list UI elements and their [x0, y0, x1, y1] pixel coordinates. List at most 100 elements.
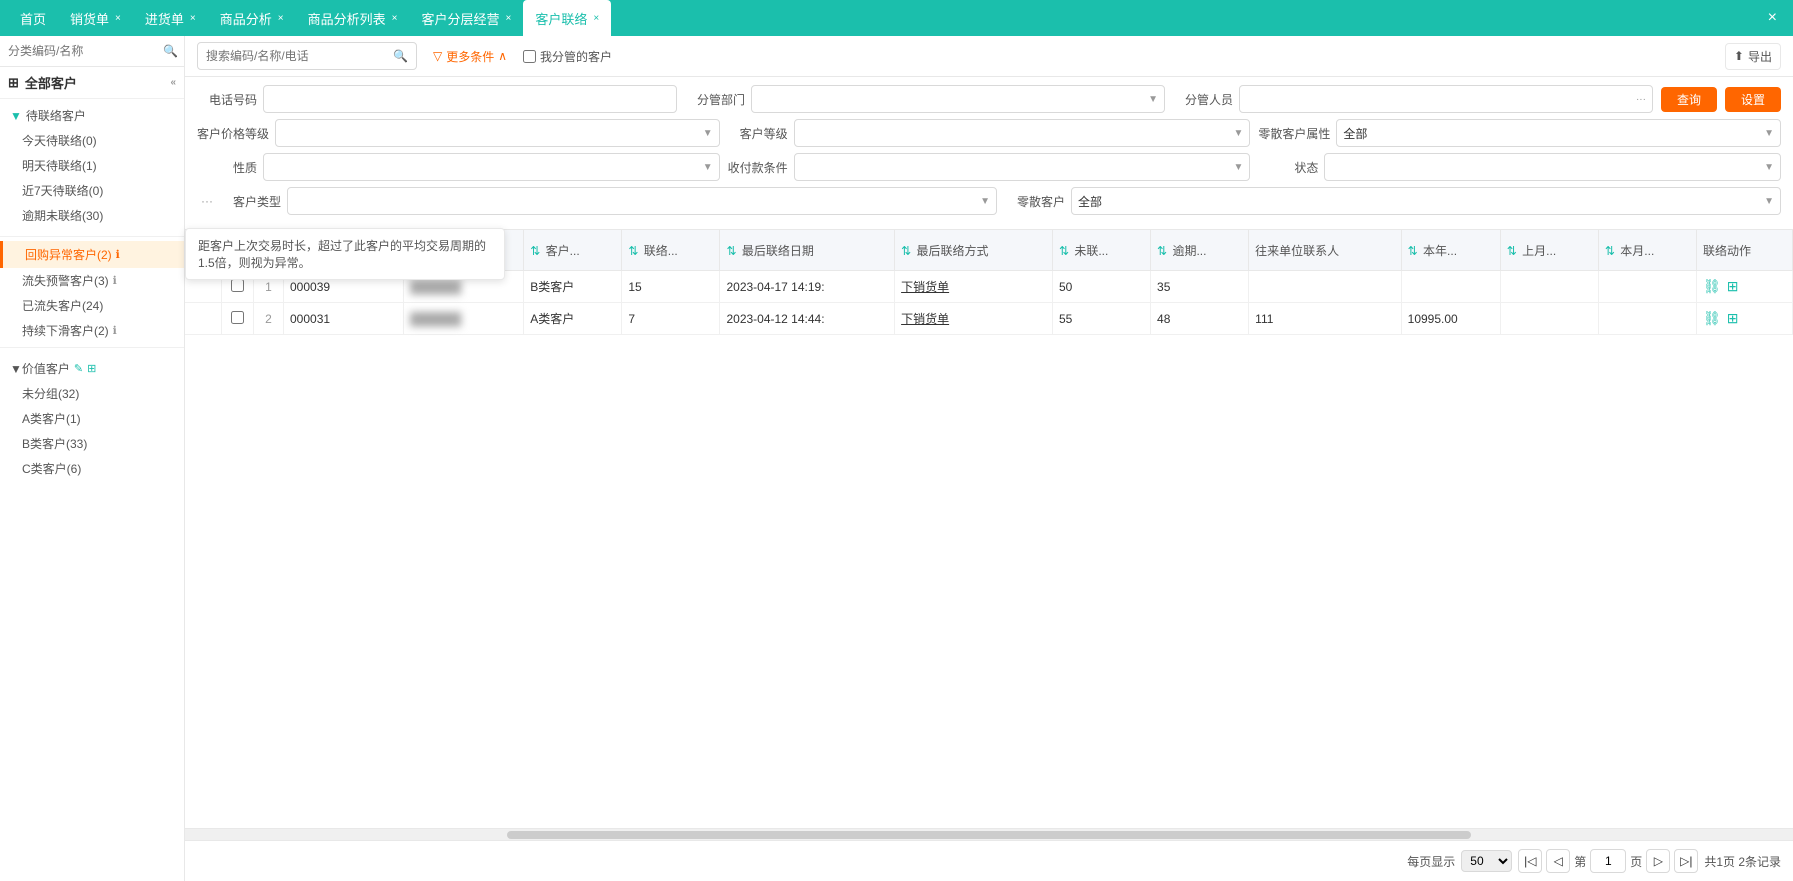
nav-customer-contact[interactable]: 客户联络 ×	[523, 0, 611, 36]
sidebar-all-customers[interactable]: ⊞ 全部客户 «	[0, 67, 184, 99]
sort-thisyear-icon[interactable]: ⇅	[1408, 244, 1418, 258]
next-page-btn[interactable]: ▷	[1646, 849, 1670, 873]
sidebar-today-pending[interactable]: 今天待联络(0)	[0, 128, 184, 153]
filter-icon: ▽	[433, 49, 442, 63]
row2-action-icons: ⛓ ⊞	[1703, 310, 1786, 327]
sort-notcontact-icon[interactable]: ⇅	[1059, 244, 1069, 258]
lost-risk-info-icon[interactable]: ℹ	[113, 274, 117, 287]
th-action: 联络动作	[1696, 230, 1792, 271]
sort-thismonth-icon[interactable]: ⇅	[1605, 244, 1615, 258]
nav-product-analysis-close[interactable]: ×	[278, 13, 284, 24]
first-page-btn[interactable]: |◁	[1518, 849, 1542, 873]
sidebar-repurchase-abnormal[interactable]: 回购异常客户(2) ℹ	[0, 241, 184, 268]
dept-label: 分管部门	[685, 91, 745, 108]
filter-manager: 分管人员 ···	[1173, 85, 1653, 113]
search-icon[interactable]: 🔍	[393, 49, 408, 63]
th-last-month: ⇅ 上月...	[1500, 230, 1598, 271]
customer-grade-select[interactable]: ▼	[794, 119, 1251, 147]
retail-customer-select[interactable]: 全部 ▼	[1071, 187, 1781, 215]
price-grade-select[interactable]: ▼	[275, 119, 720, 147]
nav-customer-contact-close[interactable]: ×	[593, 13, 599, 24]
nav-customer-segmentation[interactable]: 客户分层经营 ×	[409, 0, 523, 36]
declining-info-icon[interactable]: ℹ	[113, 324, 117, 337]
sidebar-class-a[interactable]: A类客户(1)	[0, 406, 184, 431]
sort-contact-icon[interactable]: ⇅	[628, 244, 638, 258]
sort-type-icon[interactable]: ⇅	[530, 244, 540, 258]
query-button[interactable]: 查询	[1661, 87, 1717, 112]
nav-close-all[interactable]: ×	[1760, 9, 1785, 27]
sidebar-overdue-pending[interactable]: 逾期未联络(30)	[0, 203, 184, 228]
row1-link-icon[interactable]: ⛓	[1703, 278, 1721, 295]
nav-product-analysis-list-close[interactable]: ×	[392, 13, 398, 24]
th-overdue: ⇅ 逾期...	[1151, 230, 1249, 271]
info-icon[interactable]: ℹ	[116, 248, 120, 261]
manager-select[interactable]: ···	[1239, 85, 1653, 113]
row2-grid-icon[interactable]: ⊞	[1727, 310, 1739, 327]
sidebar-pending-title[interactable]: ▼ 待联络客户	[0, 103, 184, 128]
th-company-contact: 往来单位联系人	[1249, 230, 1401, 271]
nav-purchase[interactable]: 进货单 ×	[133, 0, 208, 36]
export-btn[interactable]: ⬆ 导出	[1725, 43, 1781, 70]
sidebar-tomorrow-pending[interactable]: 明天待联络(1)	[0, 153, 184, 178]
nav-customer-segmentation-close[interactable]: ×	[505, 13, 511, 24]
customer-grade-label: 客户等级	[728, 125, 788, 142]
edit-icon[interactable]: ✎	[74, 362, 83, 375]
row1-select[interactable]	[231, 279, 244, 292]
row2-link-icon[interactable]: ⛓	[1703, 310, 1721, 327]
sort-lastmonth-icon[interactable]: ⇅	[1507, 244, 1517, 258]
sort-date-icon[interactable]: ⇅	[726, 244, 736, 258]
horizontal-scrollbar[interactable]	[185, 828, 1793, 840]
manager-dots[interactable]: ···	[1636, 94, 1646, 105]
sidebar-7day-pending[interactable]: 近7天待联络(0)	[0, 178, 184, 203]
row1-action-icons: ⛓ ⊞	[1703, 278, 1786, 295]
sidebar-unclassified[interactable]: 未分组(32)	[0, 381, 184, 406]
nav-purchase-close[interactable]: ×	[190, 13, 196, 24]
nav-sales-close[interactable]: ×	[115, 13, 121, 24]
row1-last-date: 2023-04-17 14:19:	[720, 271, 895, 303]
page-input[interactable]	[1590, 849, 1626, 873]
scrollbar-thumb[interactable]	[507, 831, 1472, 839]
sort-method-icon[interactable]: ⇅	[901, 244, 911, 258]
payment-select[interactable]: ▼	[794, 153, 1251, 181]
sidebar-class-b[interactable]: B类客户(33)	[0, 431, 184, 456]
page-label: 第	[1574, 853, 1586, 870]
sidebar-collapse-icon[interactable]: «	[170, 77, 176, 88]
my-customer-checkbox[interactable]	[523, 50, 536, 63]
sidebar-class-c[interactable]: C类客户(6)	[0, 456, 184, 481]
filter-gender: 性质 ▼	[197, 153, 720, 181]
nav-product-analysis[interactable]: 商品分析 ×	[208, 0, 296, 36]
dept-select[interactable]: ▼	[751, 85, 1165, 113]
row2-select[interactable]	[231, 311, 244, 324]
row1-grid-icon[interactable]: ⊞	[1727, 278, 1739, 295]
gender-select[interactable]: ▼	[263, 153, 720, 181]
phone-input[interactable]	[263, 85, 677, 113]
retail-attribute-select[interactable]: 全部 ▼	[1336, 119, 1781, 147]
pagination: 每页显示 50 100 200 |◁ ◁ 第 页 ▷ ▷| 共1页 2条记录	[185, 840, 1793, 881]
last-page-btn[interactable]: ▷|	[1674, 849, 1698, 873]
nav-home[interactable]: 首页	[8, 0, 58, 36]
sidebar-search-icon[interactable]: 🔍	[163, 44, 178, 58]
customer-type-select[interactable]: ▼	[287, 187, 997, 215]
nav-sales[interactable]: 销货单 ×	[58, 0, 133, 36]
sidebar-already-lost[interactable]: 已流失客户(24)	[0, 293, 184, 318]
settings-button[interactable]: 设置	[1725, 87, 1781, 112]
filter-btn[interactable]: ▽ 更多条件 ∧	[425, 44, 515, 69]
sidebar-lost-risk[interactable]: 流失预警客户(3) ℹ	[0, 268, 184, 293]
sort-overdue-icon[interactable]: ⇅	[1157, 244, 1167, 258]
value-arrow-icon: ▼	[10, 362, 22, 376]
row2-num: 2	[254, 303, 284, 335]
sidebar-declining[interactable]: 持续下滑客户(2) ℹ	[0, 318, 184, 343]
search-input[interactable]	[206, 49, 389, 63]
nav-product-analysis-list[interactable]: 商品分析列表 ×	[296, 0, 410, 36]
value-info-icon[interactable]: ⊞	[87, 362, 96, 375]
filter-more-dots[interactable]: ···	[197, 194, 213, 208]
prev-page-btn[interactable]: ◁	[1546, 849, 1570, 873]
per-page-select[interactable]: 50 100 200	[1461, 850, 1512, 872]
sidebar-value-header[interactable]: ▼ 价值客户 ✎ ⊞	[0, 356, 184, 381]
tooltip-box: 距客户上次交易时长，超过了此客户的平均交易周期的1.5倍，则视为异常。	[185, 228, 505, 280]
th-last-contact-date: ⇅ 最后联络日期	[720, 230, 895, 271]
status-select[interactable]: ▼	[1324, 153, 1781, 181]
th-not-contacted: ⇅ 未联...	[1052, 230, 1150, 271]
my-customer-filter: 我分管的客户	[523, 48, 612, 65]
sidebar-search-input[interactable]	[8, 44, 163, 58]
